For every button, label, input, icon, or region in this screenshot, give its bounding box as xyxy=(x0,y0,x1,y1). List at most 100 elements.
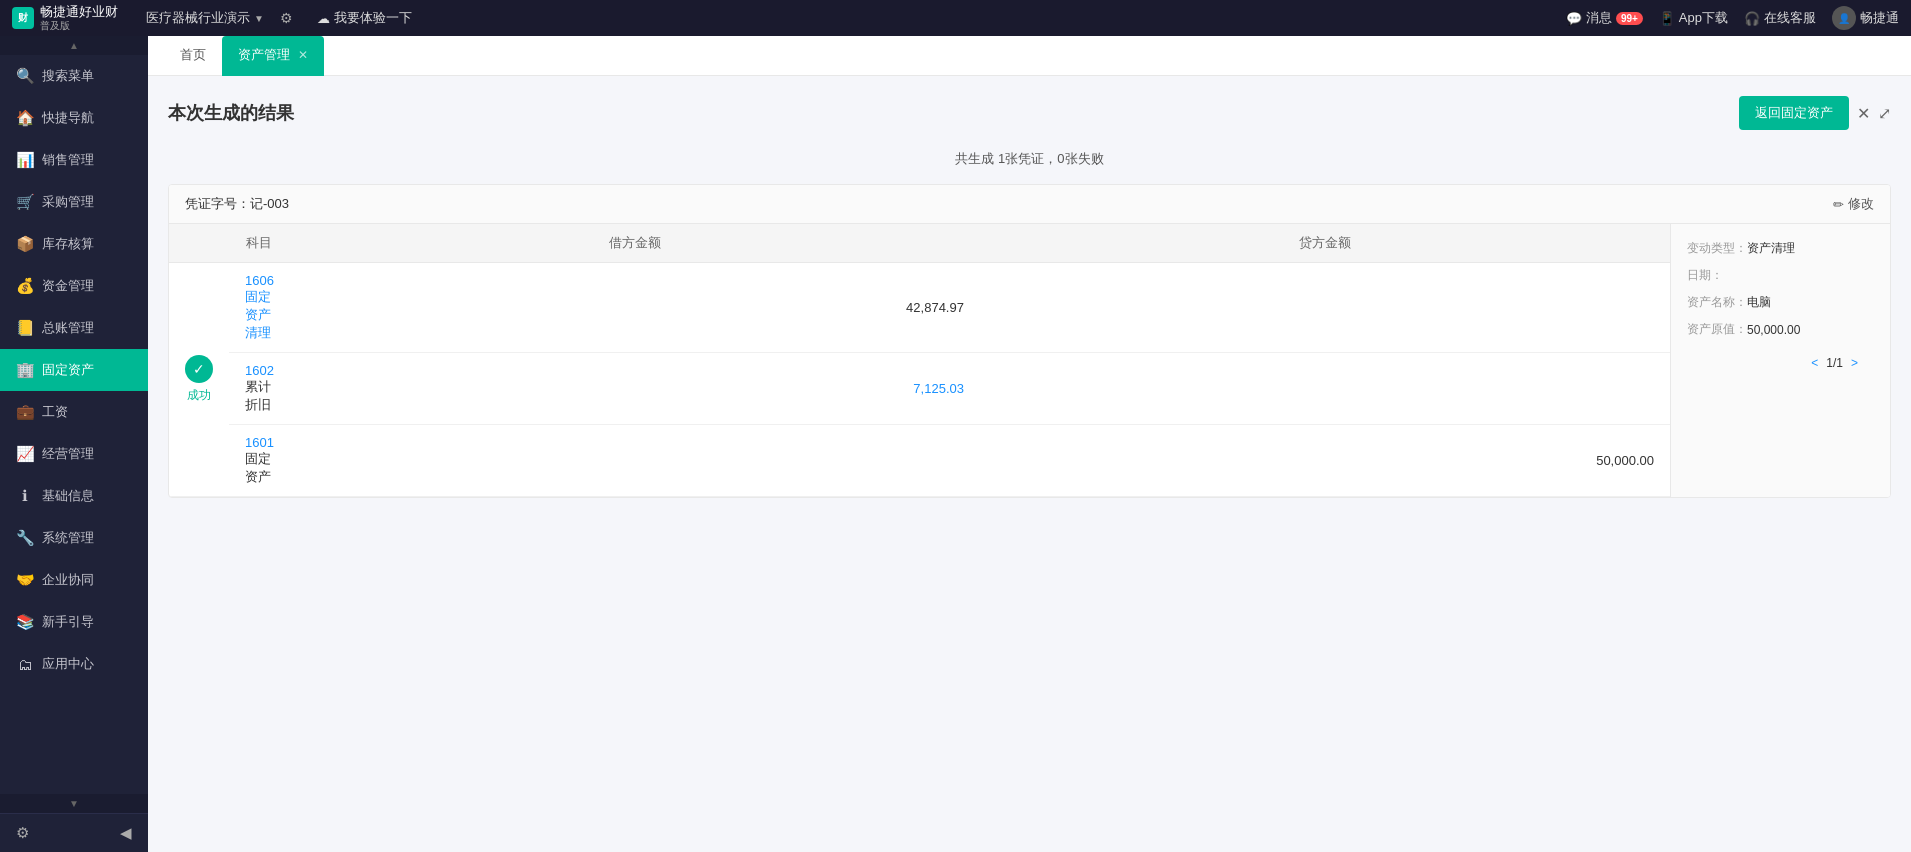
subject-code[interactable]: 1602 xyxy=(245,363,274,378)
voucher-body: 科目 借方金额 贷方金额 ✓ 成 xyxy=(169,224,1890,497)
date-label: 日期： xyxy=(1687,267,1747,284)
page-info: 1/1 xyxy=(1826,356,1843,370)
user-menu[interactable]: 👤 畅捷通 xyxy=(1832,6,1899,30)
page-title: 本次生成的结果 xyxy=(168,101,294,125)
finance-icon: 💰 xyxy=(16,277,34,295)
avatar: 👤 xyxy=(1832,6,1856,30)
table-row: 1602 累计折旧 7,125.03 xyxy=(169,353,1670,425)
header-left: 财 畅捷通好业财 普及版 医疗器械行业演示 ▼ ⚙ ☁ 我要体验一下 xyxy=(12,4,412,32)
tab-home[interactable]: 首页 xyxy=(164,36,222,76)
dropdown-arrow-icon: ▼ xyxy=(254,13,264,24)
summary-text: 共生成 1张凭证，0张失败 xyxy=(168,150,1891,168)
sidebar-item-fixed-assets[interactable]: 🏢 固定资产 xyxy=(0,349,148,391)
main-layout: ▲ 🔍 搜索菜单 🏠 快捷导航 📊 销售管理 🛒 采购管理 📦 库存核算 xyxy=(0,36,1911,852)
sales-icon: 📊 xyxy=(16,151,34,169)
credit-cell xyxy=(980,263,1670,353)
voucher-side-info: 变动类型： 资产清理 日期： 资产名称： 电脑 资产原值： xyxy=(1670,224,1890,497)
table-col-credit: 贷方金额 xyxy=(980,224,1670,263)
voucher-header: 凭证字号：记-003 ✏ 修改 xyxy=(169,185,1890,224)
panel-controls: ✕ ⤢ xyxy=(1857,104,1891,123)
sidebar-item-finance[interactable]: 💰 资金管理 xyxy=(0,265,148,307)
sidebar-item-enterprise[interactable]: 🤝 企业协同 xyxy=(0,559,148,601)
edit-icon: ✏ xyxy=(1833,197,1844,212)
table-col-status xyxy=(169,224,229,263)
sidebar-item-apps[interactable]: 🗂 应用中心 xyxy=(0,643,148,685)
sidebar-item-label: 快捷导航 xyxy=(42,109,94,127)
company-name: 医疗器械行业演示 xyxy=(146,9,250,27)
enterprise-icon: 🤝 xyxy=(16,571,34,589)
credit-cell xyxy=(980,353,1670,425)
purchase-icon: 🛒 xyxy=(16,193,34,211)
sidebar-footer: ⚙ ◀ xyxy=(0,813,148,852)
app-download-button[interactable]: 📱 App下载 xyxy=(1659,9,1728,27)
next-page-button[interactable]: > xyxy=(1851,356,1858,370)
content-area: 首页 资产管理 ✕ 本次生成的结果 返回固定资产 ✕ ⤢ xyxy=(148,36,1911,852)
sidebar: ▲ 🔍 搜索菜单 🏠 快捷导航 📊 销售管理 🛒 采购管理 📦 库存核算 xyxy=(0,36,148,852)
brand-version: 普及版 xyxy=(40,20,118,32)
user-name: 畅捷通 xyxy=(1860,9,1899,27)
asset-value-row: 资产原值： 50,000.00 xyxy=(1687,321,1874,338)
sidebar-item-purchase[interactable]: 🛒 采购管理 xyxy=(0,181,148,223)
tab-close-icon[interactable]: ✕ xyxy=(298,48,308,62)
asset-name-row: 资产名称： 电脑 xyxy=(1687,294,1874,311)
apps-icon: 🗂 xyxy=(16,655,34,673)
sidebar-item-payroll[interactable]: 💼 工资 xyxy=(0,391,148,433)
sidebar-item-label: 工资 xyxy=(42,403,68,421)
operations-icon: 📈 xyxy=(16,445,34,463)
change-type-value: 资产清理 xyxy=(1747,240,1795,257)
brand-name: 畅捷通好业财 xyxy=(40,4,118,20)
brand-logo: 财 畅捷通好业财 普及版 xyxy=(12,4,118,32)
phone-icon: 📱 xyxy=(1659,11,1675,26)
table-row: ✓ 成功 1606 固定资产清理 42,874.97 xyxy=(169,263,1670,353)
sidebar-item-label: 企业协同 xyxy=(42,571,94,589)
expand-panel-icon[interactable]: ⤢ xyxy=(1878,104,1891,123)
sidebar-item-label: 资金管理 xyxy=(42,277,94,295)
sidebar-item-label: 基础信息 xyxy=(42,487,94,505)
table-col-subject: 科目 xyxy=(229,224,290,263)
footer-collapse-icon[interactable]: ◀ xyxy=(120,824,132,842)
scroll-up-icon[interactable]: ▲ xyxy=(69,40,79,51)
tab-bar: 首页 资产管理 ✕ xyxy=(148,36,1911,76)
company-selector[interactable]: 医疗器械行业演示 ▼ xyxy=(146,9,264,27)
table-col-debit: 借方金额 xyxy=(290,224,980,263)
subject-code[interactable]: 1606 xyxy=(245,273,274,288)
sidebar-item-quick-nav[interactable]: 🏠 快捷导航 xyxy=(0,97,148,139)
messages-button[interactable]: 💬 消息 99+ xyxy=(1566,9,1643,27)
sidebar-item-system[interactable]: 🔧 系统管理 xyxy=(0,517,148,559)
settings-icon[interactable]: ⚙ xyxy=(280,10,293,26)
experience-button[interactable]: ☁ 我要体验一下 xyxy=(317,9,412,27)
sidebar-item-search[interactable]: 🔍 搜索菜单 xyxy=(0,55,148,97)
sidebar-item-guide[interactable]: 📚 新手引导 xyxy=(0,601,148,643)
date-row: 日期： xyxy=(1687,267,1874,284)
asset-name-value: 电脑 xyxy=(1747,294,1771,311)
sidebar-item-label: 总账管理 xyxy=(42,319,94,337)
edit-button[interactable]: ✏ 修改 xyxy=(1833,195,1874,213)
sidebar-item-label: 经营管理 xyxy=(42,445,94,463)
sidebar-item-ledger[interactable]: 📒 总账管理 xyxy=(0,307,148,349)
footer-settings-icon[interactable]: ⚙ xyxy=(16,824,29,842)
prev-page-button[interactable]: < xyxy=(1811,356,1818,370)
top-header: 财 畅捷通好业财 普及版 医疗器械行业演示 ▼ ⚙ ☁ 我要体验一下 💬 消息 … xyxy=(0,0,1911,36)
subject-name: 固定资产 xyxy=(245,451,271,484)
sidebar-item-sales[interactable]: 📊 销售管理 xyxy=(0,139,148,181)
tab-asset-mgmt[interactable]: 资产管理 ✕ xyxy=(222,36,324,76)
page-content: 本次生成的结果 返回固定资产 ✕ ⤢ 共生成 1张凭证，0张失败 凭证字号：记-… xyxy=(148,76,1911,852)
voucher-number: 凭证字号：记-003 xyxy=(185,195,289,213)
sidebar-item-label: 搜索菜单 xyxy=(42,67,94,85)
debit-cell xyxy=(290,425,980,497)
close-panel-icon[interactable]: ✕ xyxy=(1857,104,1870,123)
subject-name: 固定资产清理 xyxy=(245,289,271,340)
sidebar-item-basic-info[interactable]: ℹ 基础信息 xyxy=(0,475,148,517)
home-icon: 🏠 xyxy=(16,109,34,127)
sidebar-item-operations[interactable]: 📈 经营管理 xyxy=(0,433,148,475)
voucher-card: 凭证字号：记-003 ✏ 修改 科目 借方金额 xyxy=(168,184,1891,498)
sidebar-item-inventory[interactable]: 📦 库存核算 xyxy=(0,223,148,265)
sidebar-item-label: 应用中心 xyxy=(42,655,94,673)
return-button[interactable]: 返回固定资产 xyxy=(1739,96,1849,130)
online-service-button[interactable]: 🎧 在线客服 xyxy=(1744,9,1816,27)
success-icon: ✓ xyxy=(185,355,213,383)
subject-code[interactable]: 1601 xyxy=(245,435,274,450)
result-header: 本次生成的结果 返回固定资产 ✕ ⤢ xyxy=(168,96,1891,130)
scroll-down-icon[interactable]: ▼ xyxy=(69,798,79,809)
message-icon: 💬 xyxy=(1566,11,1582,26)
